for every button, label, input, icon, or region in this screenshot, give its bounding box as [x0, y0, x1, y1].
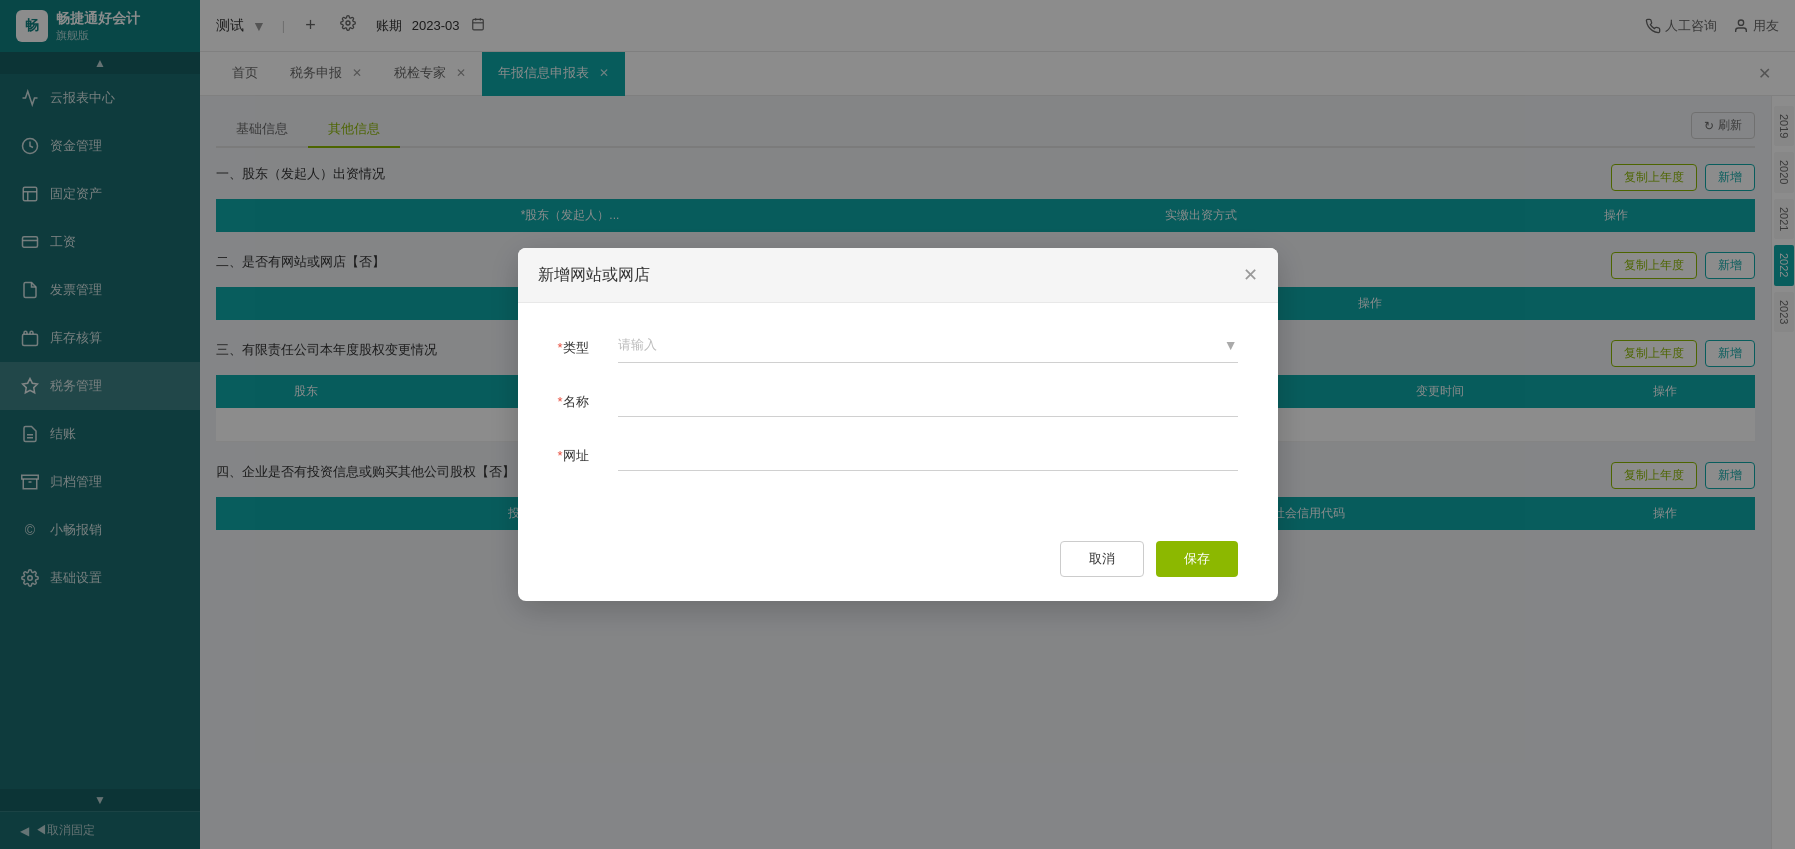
dialog-close-btn[interactable]: ✕: [1243, 264, 1258, 286]
save-button[interactable]: 保存: [1156, 541, 1238, 577]
name-input-wrap: [618, 387, 1238, 417]
type-dropdown-arrow[interactable]: ▼: [1224, 337, 1238, 353]
url-input-wrap: [618, 441, 1238, 471]
modal-overlay[interactable]: 新增网站或网店 ✕ *类型 ▼ *名称: [0, 0, 1795, 849]
type-label: *类型: [558, 339, 618, 357]
name-required-mark: *: [558, 394, 563, 409]
name-label: *名称: [558, 393, 618, 411]
form-field-url: *网址: [558, 441, 1238, 471]
form-field-name: *名称: [558, 387, 1238, 417]
dialog-header: 新增网站或网店 ✕: [518, 248, 1278, 303]
dialog-body: *类型 ▼ *名称 *网址: [518, 303, 1278, 525]
dialog-add-website: 新增网站或网店 ✕ *类型 ▼ *名称: [518, 248, 1278, 601]
dialog-footer: 取消 保存: [518, 525, 1278, 601]
type-required-mark: *: [558, 340, 563, 355]
url-required-mark: *: [558, 448, 563, 463]
form-field-type: *类型 ▼: [558, 333, 1238, 363]
name-input[interactable]: [618, 387, 1238, 410]
url-label: *网址: [558, 447, 618, 465]
dialog-title: 新增网站或网店: [538, 265, 650, 286]
type-input-wrap: ▼: [618, 333, 1238, 363]
cancel-button[interactable]: 取消: [1060, 541, 1144, 577]
type-input[interactable]: [618, 333, 1224, 356]
url-input[interactable]: [618, 441, 1238, 464]
